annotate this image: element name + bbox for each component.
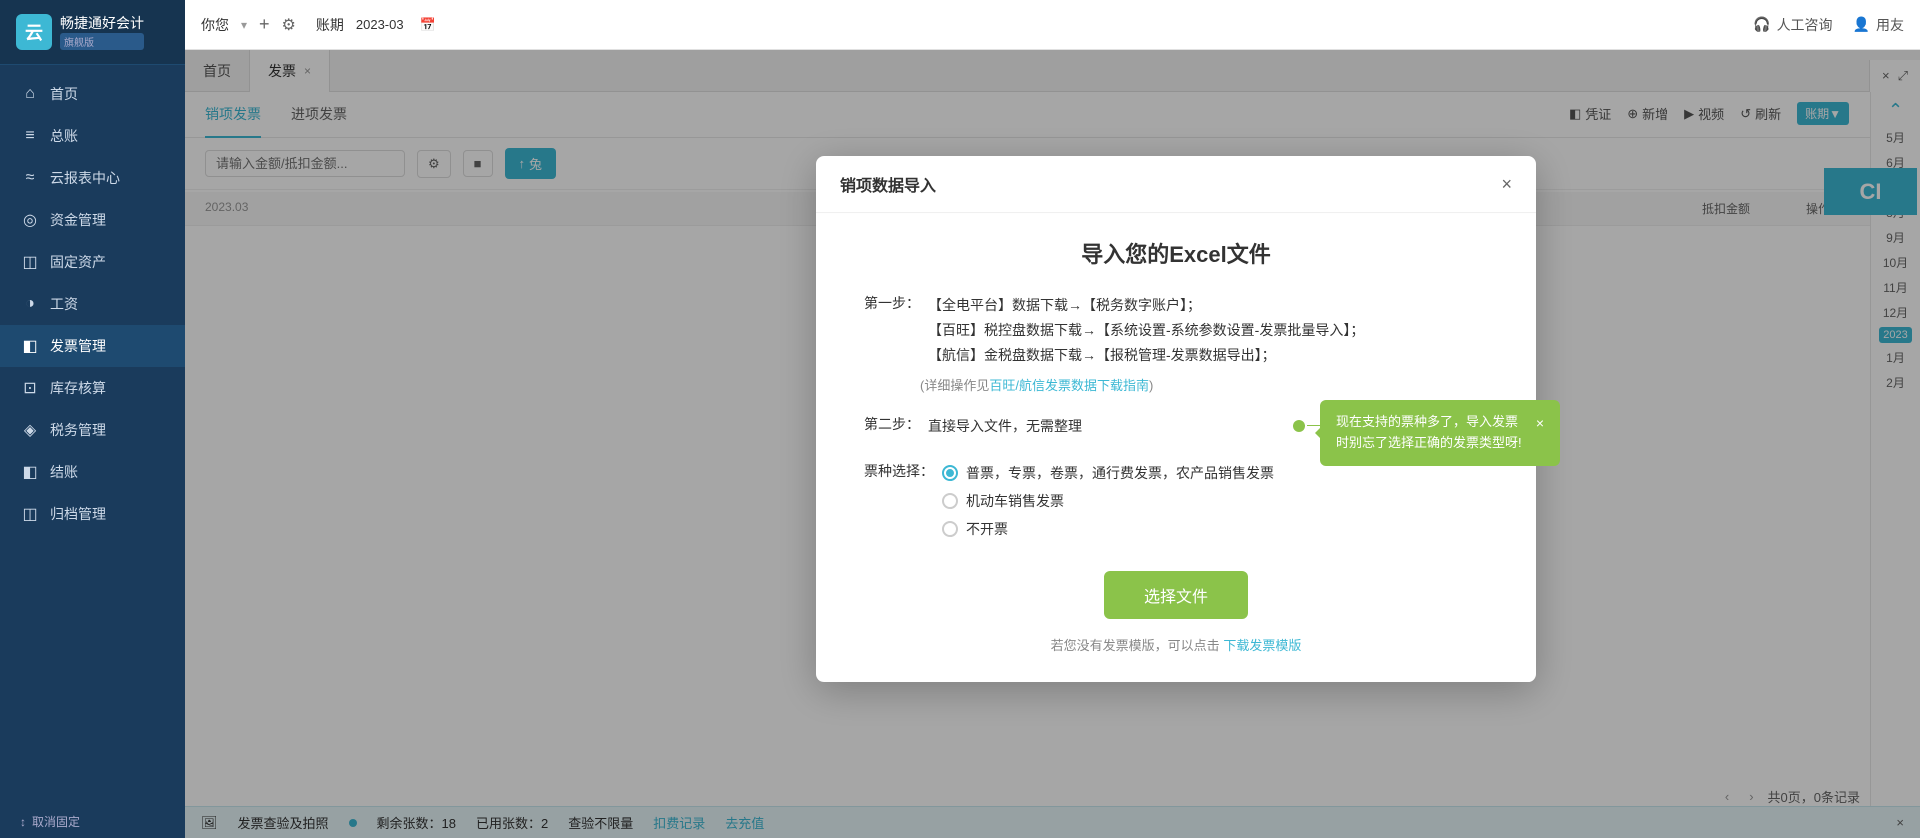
step2-label: 第二步： [864, 414, 920, 439]
company-name[interactable]: 你您 [201, 15, 229, 35]
sidebar-item-home[interactable]: ⌂ 首页 [0, 73, 185, 115]
user-button[interactable]: 👤 用友 [1853, 15, 1904, 35]
sidebar-item-close[interactable]: ◧ 结账 [0, 451, 185, 493]
modal-header: 销项数据导入 × [816, 156, 1536, 213]
app-logo-icon: 云 [16, 14, 52, 50]
invoice-icon: ◧ [20, 336, 40, 356]
step1: 第一步： 【全电平台】数据下载→【税务数字账户】； 【百旺】税控盘数据下载→【系… [864, 293, 1488, 398]
modal-footer: 若您没有发票模版，可以点击 下载发票模版 [864, 635, 1488, 654]
sidebar-item-label: 税务管理 [50, 420, 106, 440]
asset-icon: ◫ [20, 252, 40, 272]
fund-icon: ◎ [20, 210, 40, 230]
home-icon: ⌂ [20, 85, 40, 103]
company-dropdown-icon[interactable]: ▾ [241, 18, 247, 32]
inventory-icon: ⊡ [20, 378, 40, 398]
step1-note-end: ) [1149, 378, 1153, 393]
step1-note: (详细操作见 [920, 378, 989, 393]
tooltip-text: 现在支持的票种多了，导入发票时别忘了选择正确的发票类型呀! [1336, 414, 1522, 450]
close-accounts-icon: ◧ [20, 462, 40, 482]
sidebar-logo: 云 畅捷通好会计 旗舰版 [0, 0, 185, 65]
step1-note-row: (详细操作见百旺/航信发票数据下载指南) [864, 373, 1488, 398]
step1-link[interactable]: 百旺/航信发票数据下载指南 [989, 378, 1149, 393]
topbar: 你您 ▾ + ⚙ 账期 2023-03 📅 🎧 人工咨询 👤 用友 [185, 0, 1920, 50]
ledger-icon: ≡ [20, 127, 40, 145]
sidebar-item-label: 总账 [50, 126, 78, 146]
sidebar-item-report[interactable]: ≈ 云报表中心 [0, 157, 185, 199]
wage-icon: ◑ [20, 295, 40, 313]
ticket-option-2[interactable]: 机动车销售发票 [942, 491, 1274, 511]
sidebar-item-invoice[interactable]: ◧ 发票管理 [0, 325, 185, 367]
ticket-label-2: 机动车销售发票 [966, 491, 1064, 511]
sidebar-item-label: 结账 [50, 462, 78, 482]
sidebar-item-label: 固定资产 [50, 252, 106, 272]
step1-line2: 【百旺】税控盘数据下载→【系统设置-系统参数设置-发票批量导入】； [928, 318, 1364, 343]
sidebar-nav: ⌂ 首页 ≡ 总账 ≈ 云报表中心 ◎ 资金管理 ◫ 固定资产 ◑ 工资 ◧ 发… [0, 65, 185, 805]
sidebar-item-fund[interactable]: ◎ 资金管理 [0, 199, 185, 241]
radio-2-btn[interactable] [942, 493, 958, 509]
scroll-down-icon: ↕ [20, 815, 26, 829]
sidebar-item-label: 云报表中心 [50, 168, 120, 188]
step1-line3: 【航信】金税盘数据下载→【报税管理-发票数据导出】； [928, 343, 1364, 368]
report-icon: ≈ [20, 169, 40, 187]
sidebar: 云 畅捷通好会计 旗舰版 ⌂ 首页 ≡ 总账 ≈ 云报表中心 ◎ 资金管理 ◫ … [0, 0, 185, 838]
modal-close-btn[interactable]: × [1501, 174, 1512, 195]
period-label: 账期 [316, 15, 344, 35]
sidebar-scroll-down[interactable]: ↕ 取消固定 [0, 805, 185, 838]
radio-3-btn[interactable] [942, 521, 958, 537]
archive-icon: ◫ [20, 504, 40, 524]
step1-content: 【全电平台】数据下载→【税务数字账户】； 【百旺】税控盘数据下载→【系统设置-系… [928, 293, 1364, 369]
sidebar-item-label: 库存核算 [50, 378, 106, 398]
user-icon: 👤 [1853, 16, 1870, 33]
tooltip-bubble: × 现在支持的票种多了，导入发票时别忘了选择正确的发票类型呀! [1320, 400, 1560, 466]
download-template-link[interactable]: 下载发票模版 [1223, 638, 1301, 653]
cancel-pin-label: 取消固定 [32, 813, 80, 830]
sidebar-item-label: 资金管理 [50, 210, 106, 230]
tooltip-close-btn[interactable]: × [1536, 412, 1544, 434]
sidebar-item-ledger[interactable]: ≡ 总账 [0, 115, 185, 157]
user-label: 用友 [1876, 15, 1904, 35]
sidebar-item-label: 工资 [50, 294, 78, 314]
tax-icon: ◈ [20, 420, 40, 440]
calendar-icon[interactable]: 📅 [420, 17, 436, 33]
modal-main-title: 导入您的Excel文件 [864, 237, 1488, 269]
modal-title: 销项数据导入 [840, 172, 936, 196]
add-tab-button[interactable]: + [259, 14, 270, 35]
sidebar-item-label: 发票管理 [50, 336, 106, 356]
sidebar-item-archive[interactable]: ◫ 归档管理 [0, 493, 185, 535]
select-file-btn[interactable]: 选择文件 [1104, 571, 1248, 619]
ticket-option-1[interactable]: 普票，专票，卷票，通行费发票，农产品销售发票 [942, 463, 1274, 483]
ticket-label-1: 普票，专票，卷票，通行费发票，农产品销售发票 [966, 463, 1274, 483]
ticket-label-3: 不开票 [966, 519, 1008, 539]
sidebar-item-asset[interactable]: ◫ 固定资产 [0, 241, 185, 283]
app-name: 畅捷通好会计 [60, 14, 144, 32]
ticket-type-section: 票种选择： 普票，专票，卷票，通行费发票，农产品销售发票 机动车销售发票 [864, 455, 1488, 547]
consult-label: 人工咨询 [1777, 15, 1833, 35]
period-value: 2023-03 [356, 17, 404, 32]
headset-icon: 🎧 [1753, 16, 1770, 33]
app-badge: 旗舰版 [60, 33, 144, 50]
sidebar-item-inventory[interactable]: ⊡ 库存核算 [0, 367, 185, 409]
settings-icon[interactable]: ⚙ [282, 15, 296, 35]
radio-1-btn[interactable] [942, 465, 958, 481]
consult-button[interactable]: 🎧 人工咨询 [1753, 15, 1832, 35]
step1-label: 第一步： [864, 293, 920, 369]
footer-note: 若您没有发票模版，可以点击 [1051, 638, 1220, 653]
ticket-option-3[interactable]: 不开票 [942, 519, 1274, 539]
step1-line1: 【全电平台】数据下载→【税务数字账户】； [928, 293, 1364, 318]
step2-content: 直接导入文件，无需整理 [928, 414, 1082, 439]
tooltip-connector-dot [1293, 420, 1305, 432]
ticket-label: 票种选择： [864, 455, 934, 481]
topbar-right: 🎧 人工咨询 👤 用友 [1753, 15, 1904, 35]
sidebar-item-tax[interactable]: ◈ 税务管理 [0, 409, 185, 451]
sidebar-item-label: 首页 [50, 84, 78, 104]
sidebar-item-wage[interactable]: ◑ 工资 [0, 283, 185, 325]
sidebar-item-label: 归档管理 [50, 504, 106, 524]
radio-1-dot [946, 469, 954, 477]
